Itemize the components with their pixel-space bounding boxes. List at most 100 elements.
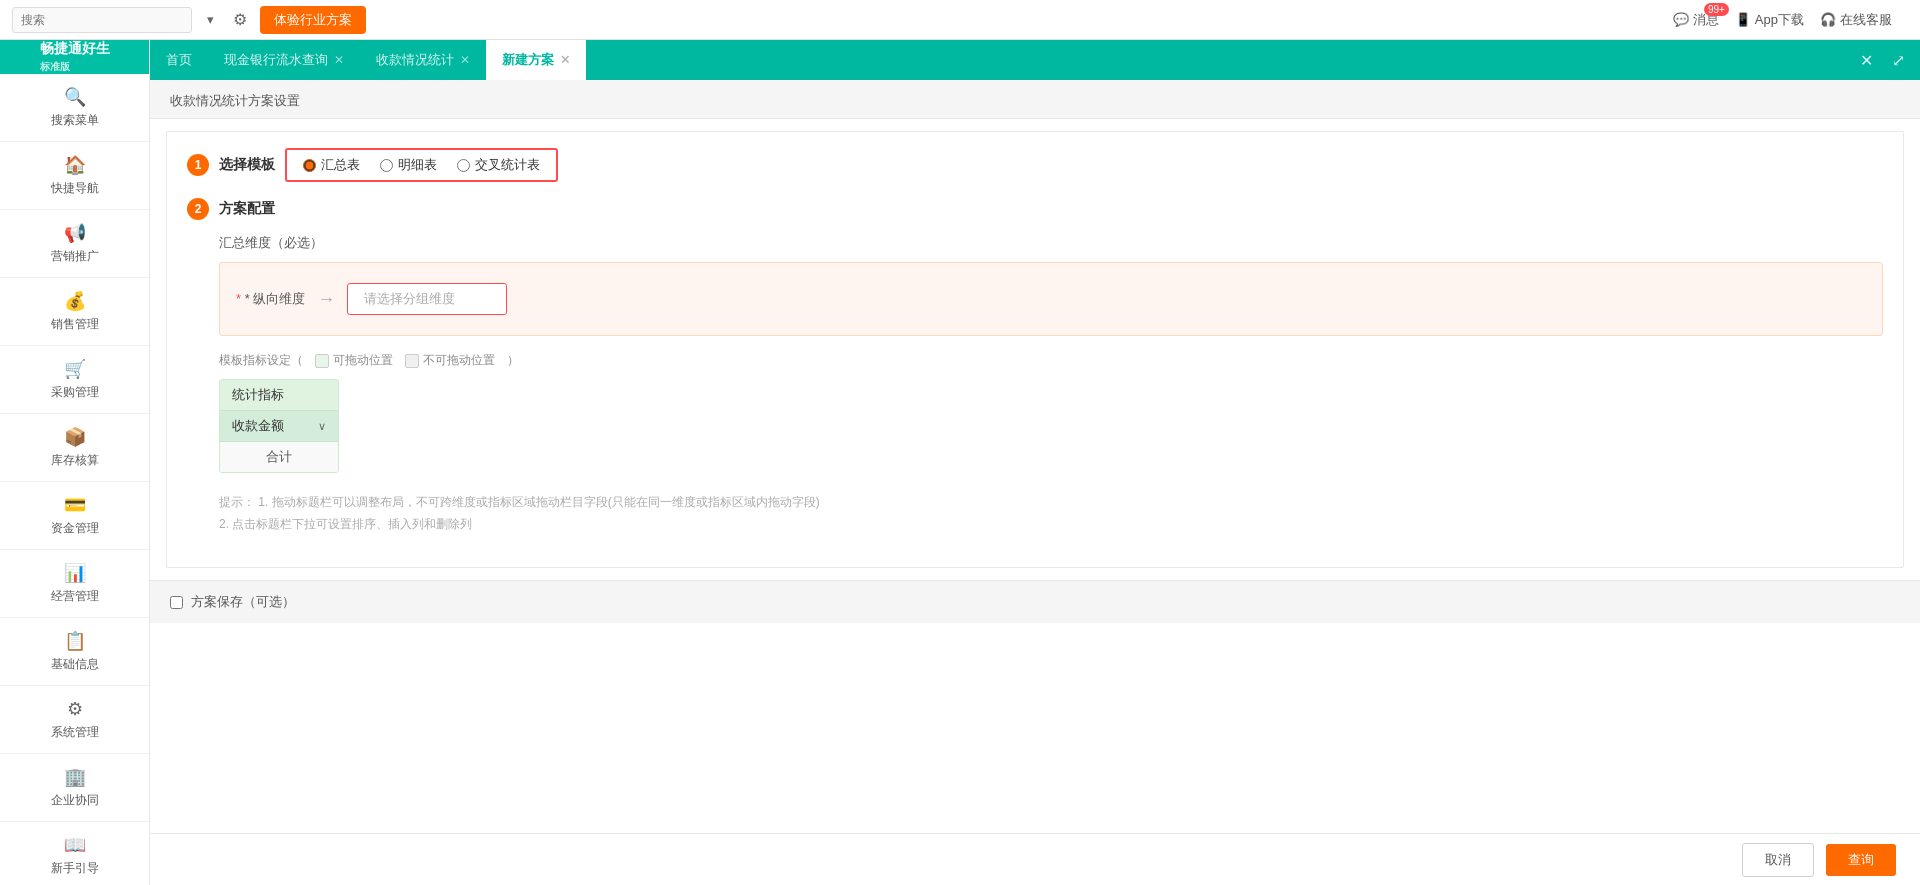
dimension-area: * * 纵向维度 → 请选择分组维度 — [219, 262, 1883, 336]
enterprise-icon: 🏢 — [64, 766, 86, 788]
guide-icon: 📖 — [64, 834, 86, 856]
radio-detail-input[interactable] — [380, 159, 393, 172]
sidebar-item-inventory[interactable]: 📦 库存核算 — [0, 414, 149, 482]
radio-cross-input[interactable] — [457, 159, 470, 172]
tab-home[interactable]: 首页 — [150, 40, 208, 80]
sidebar-item-sales[interactable]: 💰 销售管理 — [0, 278, 149, 346]
step2-badge: 2 — [187, 198, 209, 220]
page-inner: 收款情况统计方案设置 1 选择模板 汇总表 — [150, 80, 1920, 833]
sidebar-item-basic-info[interactable]: 📋 基础信息 — [0, 618, 149, 686]
content-area: 首页 现金银行流水查询 ✕ 收款情况统计 ✕ 新建方案 ✕ ✕ ⤢ — [150, 40, 1920, 885]
step2-body: 汇总维度（必选） * * 纵向维度 → — [187, 234, 1883, 535]
sidebar-label-search: 搜索菜单 — [51, 112, 99, 129]
metrics-section: 模板指标设定（ 可拖动位置 不可拖动位置 ） — [219, 352, 1883, 476]
dimension-section-label: 汇总维度（必选） — [219, 234, 1883, 252]
movable-box-icon — [315, 354, 329, 368]
stats-header-label: 统计指标 — [232, 386, 284, 404]
sidebar-item-purchase[interactable]: 🛒 采购管理 — [0, 346, 149, 414]
query-button[interactable]: 查询 — [1826, 844, 1896, 876]
tip-line1: 提示： 1. 拖动标题栏可以调整布局，不可跨维度或指标区域拖动栏目字段(只能在同… — [219, 492, 1883, 514]
search-input[interactable] — [12, 7, 192, 33]
not-movable-box-icon — [405, 354, 419, 368]
dimension-row-label: * * 纵向维度 — [236, 290, 305, 308]
step2-title: 方案配置 — [219, 200, 275, 218]
tab-maximize-button[interactable]: ⤢ — [1884, 46, 1912, 74]
service-label: 在线客服 — [1840, 11, 1892, 29]
tab-bank-flow-close[interactable]: ✕ — [334, 53, 344, 67]
sidebar-item-quicknav[interactable]: 🏠 快捷导航 — [0, 142, 149, 210]
sidebar-item-finance[interactable]: 💳 资金管理 — [0, 482, 149, 550]
tab-bank-flow[interactable]: 现金银行流水查询 ✕ — [208, 40, 360, 80]
tab-close-button[interactable]: ✕ — [1852, 46, 1880, 74]
tab-new-plan-label: 新建方案 — [502, 51, 554, 69]
sidebar-item-enterprise[interactable]: 🏢 企业协同 — [0, 754, 149, 822]
column-dropdown-icon[interactable]: ∨ — [318, 420, 326, 433]
sales-icon: 💰 — [64, 290, 86, 312]
sidebar-label-marketing: 营销推广 — [51, 248, 99, 265]
sidebar-label-quicknav: 快捷导航 — [51, 180, 99, 197]
save-checkbox[interactable] — [170, 596, 183, 609]
message-badge[interactable]: 💬 消息 99+ — [1673, 11, 1719, 29]
not-movable-label: 不可拖动位置 — [423, 352, 495, 369]
step1-header: 1 选择模板 汇总表 明细表 — [187, 148, 1883, 182]
sidebar-item-system[interactable]: ⚙ 系统管理 — [0, 686, 149, 754]
dimension-input[interactable]: 请选择分组维度 — [347, 283, 507, 315]
cancel-button[interactable]: 取消 — [1742, 843, 1814, 877]
purchase-icon: 🛒 — [64, 358, 86, 380]
footer-bar: 取消 查询 — [150, 833, 1920, 885]
sidebar-label-operations: 经营管理 — [51, 588, 99, 605]
sidebar: 畅捷通好生 标准版 🔍 搜索菜单 🏠 快捷导航 📢 营销推广 💰 销售管理 🛒 … — [0, 40, 150, 885]
sidebar-item-search[interactable]: 🔍 搜索菜单 — [0, 74, 149, 142]
step1-title: 选择模板 — [219, 156, 275, 174]
section-card: 1 选择模板 汇总表 明细表 — [166, 131, 1904, 568]
dimension-arrow-icon: → — [317, 289, 335, 310]
radio-cross[interactable]: 交叉统计表 — [457, 156, 540, 174]
tab-new-plan[interactable]: 新建方案 ✕ — [486, 40, 586, 80]
sidebar-label-sales: 销售管理 — [51, 316, 99, 333]
radio-summary-input[interactable] — [303, 159, 316, 172]
tab-bank-flow-label: 现金银行流水查询 — [224, 51, 328, 69]
sidebar-item-guide[interactable]: 📖 新手引导 — [0, 822, 149, 885]
tab-new-plan-close[interactable]: ✕ — [560, 53, 570, 67]
stats-total-row: 合计 — [220, 442, 338, 472]
radio-cross-label: 交叉统计表 — [475, 156, 540, 174]
sidebar-logo: 畅捷通好生 标准版 — [0, 40, 149, 74]
sidebar-label-basic-info: 基础信息 — [51, 656, 99, 673]
movable-indicator: 可拖动位置 — [315, 352, 393, 369]
logo-sub: 标准版 — [40, 60, 110, 74]
sidebar-label-guide: 新手引导 — [51, 860, 99, 877]
vertical-dimension-label: * 纵向维度 — [245, 291, 306, 306]
sidebar-item-marketing[interactable]: 📢 营销推广 — [0, 210, 149, 278]
search-dropdown-icon[interactable]: ▾ — [200, 10, 220, 30]
stats-column-header[interactable]: 收款金额 ∨ — [220, 411, 338, 442]
download-icon: 📱 — [1735, 12, 1751, 27]
sidebar-label-inventory: 库存核算 — [51, 452, 99, 469]
stats-table-header: 统计指标 — [220, 380, 338, 411]
tab-bar: 首页 现金银行流水查询 ✕ 收款情况统计 ✕ 新建方案 ✕ ✕ ⤢ — [150, 40, 1920, 80]
service-icon: 🎧 — [1820, 12, 1836, 27]
main-layout: 畅捷通好生 标准版 🔍 搜索菜单 🏠 快捷导航 📢 营销推广 💰 销售管理 🛒 … — [0, 40, 1920, 885]
tab-payment-stats[interactable]: 收款情况统计 ✕ — [360, 40, 486, 80]
sidebar-label-finance: 资金管理 — [51, 520, 99, 537]
app-download[interactable]: 📱 App下载 — [1735, 11, 1804, 29]
metrics-info: 模板指标设定（ 可拖动位置 不可拖动位置 ） — [219, 352, 1883, 369]
not-movable-indicator: 不可拖动位置 — [405, 352, 495, 369]
search-menu-icon: 🔍 — [64, 86, 86, 108]
step1-badge: 1 — [187, 154, 209, 176]
required-star: * — [236, 291, 241, 306]
sidebar-item-operations[interactable]: 📊 经营管理 — [0, 550, 149, 618]
marketing-icon: 📢 — [64, 222, 86, 244]
settings-gear-icon[interactable]: ⚙ — [228, 8, 252, 32]
radio-summary[interactable]: 汇总表 — [303, 156, 360, 174]
radio-detail[interactable]: 明细表 — [380, 156, 437, 174]
online-service[interactable]: 🎧 在线客服 — [1820, 11, 1892, 29]
tab-bar-actions: ✕ ⤢ — [1852, 46, 1920, 74]
tab-payment-stats-label: 收款情况统计 — [376, 51, 454, 69]
download-label: App下载 — [1755, 11, 1804, 29]
industry-solution-button[interactable]: 体验行业方案 — [260, 6, 366, 34]
tip-line2: 2. 点击标题栏下拉可设置排序、插入列和删除列 — [219, 514, 1883, 536]
top-bar: ▾ ⚙ 体验行业方案 💬 消息 99+ 📱 App下载 🎧 在线客服 — [0, 0, 1920, 40]
tab-payment-stats-close[interactable]: ✕ — [460, 53, 470, 67]
movable-label: 可拖动位置 — [333, 352, 393, 369]
finance-icon: 💳 — [64, 494, 86, 516]
